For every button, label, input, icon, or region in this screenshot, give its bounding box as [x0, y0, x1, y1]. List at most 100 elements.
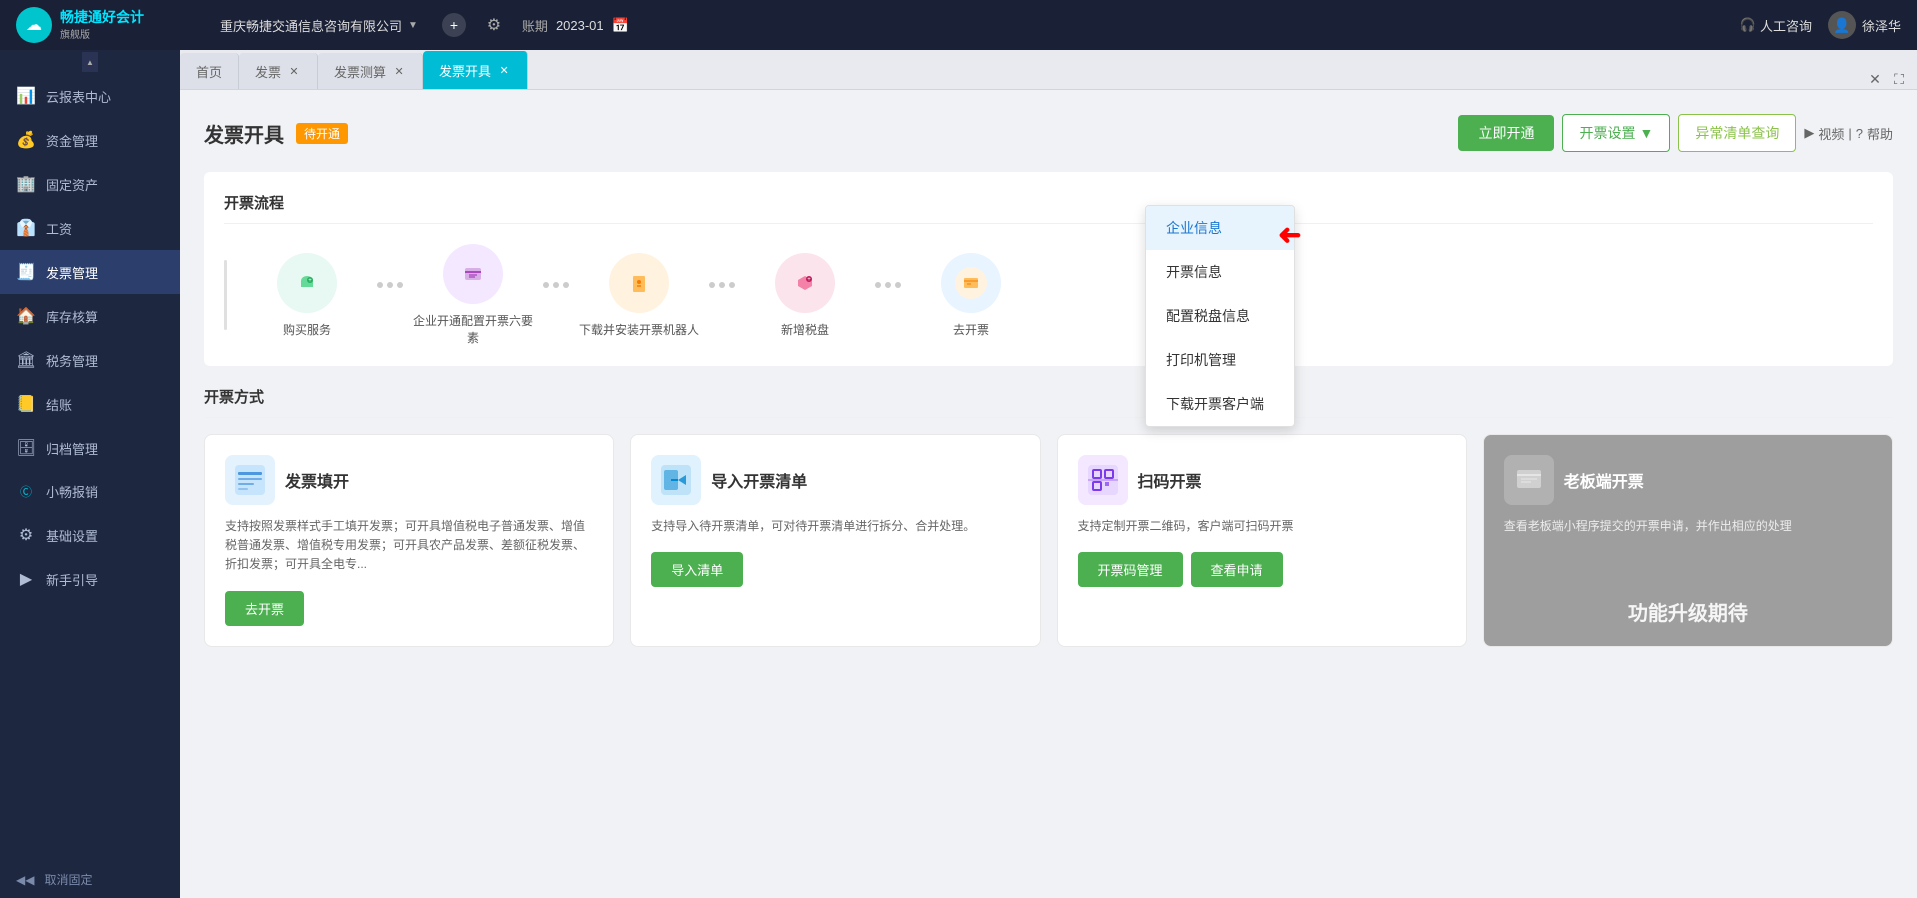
sidebar-label-expense: 小畅报销 [46, 482, 164, 501]
tab-invoice-issue-close[interactable]: ✕ [497, 63, 511, 77]
sidebar-item-tax[interactable]: 🏛 税务管理 [0, 338, 180, 382]
sidebar-item-archive[interactable]: 🗄 归档管理 [0, 426, 180, 470]
tab-invoice-label: 发票 [255, 62, 281, 81]
tab-home[interactable]: 首页 [180, 53, 239, 89]
sidebar-item-funds[interactable]: 💰 资金管理 [0, 118, 180, 162]
scan-invoice-btns: 开票码管理 查看申请 [1078, 552, 1446, 587]
step-taxdisk-icon: + [775, 253, 835, 313]
boss-overlay-text: 功能升级期待 [1628, 603, 1748, 625]
invoice-settings-dropdown: ➜ 企业信息 开票信息 配置税盘信息 打印机管理 下载开票客户端 [1145, 205, 1295, 427]
period-value: 2023-01 [556, 18, 604, 33]
import-invoice-icon [651, 455, 701, 505]
fill-invoice-btn[interactable]: 去开票 [225, 591, 304, 626]
boss-invoice-title: 老板端开票 [1564, 468, 1644, 492]
flow-section: 开票流程 + 购买服务 [204, 172, 1893, 366]
sidebar-item-inventory[interactable]: 🏠 库存核算 [0, 294, 180, 338]
tab-home-label: 首页 [196, 62, 222, 81]
scan-invoice-apply-btn[interactable]: 查看申请 [1191, 552, 1283, 587]
payroll-icon: 👔 [16, 218, 36, 238]
invoice-settings-button[interactable]: 开票设置 ▼ [1562, 114, 1670, 152]
billing-methods-grid: 发票填开 支持按照发票样式手工填开发票；可开具增值税电子普通发票、增值税普通发票… [204, 434, 1893, 647]
archive-icon: 🗄 [16, 438, 36, 458]
flow-step-config: 企业开通配置开票六要素 [413, 244, 533, 346]
page-content: 发票开具 待开通 立即开通 开票设置 ▼ 异常清单查询 ▶ 视频 | ? 帮助 [180, 90, 1917, 898]
logo-area: ☁ 畅捷通好会计 旗舰版 [16, 7, 196, 43]
dropdown-item-company-info[interactable]: 企业信息 [1146, 206, 1294, 250]
settings-icon[interactable]: ⚙ [482, 13, 506, 37]
invoices-icon: 🧾 [16, 262, 36, 282]
reports-icon: 📊 [16, 86, 36, 106]
sidebar-item-guide[interactable]: ▶ 新手引导 [0, 557, 180, 601]
sidebar-label-reports: 云报表中心 [46, 87, 164, 106]
import-invoice-desc: 支持导入待开票清单，可对待开票清单进行拆分、合并处理。 [651, 517, 1019, 536]
help-label[interactable]: 帮助 [1867, 124, 1893, 143]
inventory-icon: 🏠 [16, 306, 36, 326]
user-name: 徐泽华 [1862, 16, 1901, 35]
unpin-sidebar-button[interactable]: ◀◀ 取消固定 [0, 861, 180, 898]
sidebar-item-payroll[interactable]: 👔 工资 [0, 206, 180, 250]
flow-step-buy: + 购买服务 [247, 253, 367, 338]
app-name: 畅捷通好会计 [60, 9, 144, 26]
play-icon: ▶ [1804, 125, 1814, 141]
tab-actions: ✕ ⛶ [1857, 69, 1917, 89]
tab-invoice-issue[interactable]: 发票开具 ✕ [423, 51, 528, 89]
sidebar-item-assets[interactable]: 🏢 固定资产 [0, 162, 180, 206]
top-header: ☁ 畅捷通好会计 旗舰版 重庆畅捷交通信息咨询有限公司 ▼ + ⚙ 账期 202… [0, 0, 1917, 50]
tab-invoice-issue-label: 发票开具 [439, 61, 491, 80]
sidebar-item-invoices[interactable]: 🧾 发票管理 [0, 250, 180, 294]
step-buy-label: 购买服务 [283, 321, 331, 338]
user-area[interactable]: 👤 徐泽华 [1828, 11, 1901, 39]
scan-invoice-desc: 支持定制开票二维码，客户端可扫码开票 [1078, 517, 1446, 536]
status-badge: 待开通 [296, 123, 348, 144]
abnormal-list-button[interactable]: 异常清单查询 [1678, 114, 1796, 152]
app-logo-icon: ☁ [16, 7, 52, 43]
sidebar-item-expense[interactable]: Ⓒ 小畅报销 [0, 470, 180, 513]
activate-button[interactable]: 立即开通 [1458, 115, 1554, 151]
step-go-invoice-icon [941, 253, 1001, 313]
support-button[interactable]: 🎧 人工咨询 [1740, 16, 1812, 35]
billing-card-fill: 发票填开 支持按照发票样式手工填开发票；可开具增值税电子普通发票、增值税普通发票… [204, 434, 614, 647]
add-company-button[interactable]: + [442, 13, 466, 37]
period-area: 账期 2023-01 📅 [522, 16, 629, 35]
tab-invoice[interactable]: 发票 ✕ [239, 53, 318, 89]
tax-icon: 🏛 [16, 350, 36, 370]
close-tab-button[interactable]: ✕ [1865, 69, 1885, 89]
tab-invoice-test-label: 发票测算 [334, 62, 386, 81]
scan-invoice-icon [1078, 455, 1128, 505]
billing-card-import-header: 导入开票清单 [651, 455, 1019, 505]
video-label[interactable]: 视频 [1818, 124, 1844, 143]
step-download-icon [609, 253, 669, 313]
sidebar-scroll-up[interactable]: ▲ [82, 52, 98, 72]
scan-invoice-title: 扫码开票 [1138, 468, 1202, 492]
headset-icon: 🎧 [1740, 17, 1756, 33]
tab-invoice-test-close[interactable]: ✕ [392, 64, 406, 78]
step-go-invoice-label: 去开票 [953, 321, 989, 338]
import-invoice-btn[interactable]: 导入清单 [651, 552, 743, 587]
support-label: 人工咨询 [1760, 16, 1812, 35]
scan-invoice-qr-btn[interactable]: 开票码管理 [1078, 552, 1183, 587]
svg-text:+: + [807, 277, 811, 283]
sidebar-label-guide: 新手引导 [46, 570, 164, 589]
dropdown-item-printer[interactable]: 打印机管理 [1146, 338, 1294, 382]
sidebar-item-accounting[interactable]: 📒 结账 [0, 382, 180, 426]
billing-methods-title: 开票方式 [204, 386, 1893, 418]
maximize-tab-button[interactable]: ⛶ [1889, 69, 1909, 89]
company-selector[interactable]: 重庆畅捷交通信息咨询有限公司 ▼ [212, 12, 426, 39]
sidebar-item-reports[interactable]: 📊 云报表中心 [0, 74, 180, 118]
billing-methods-section: 开票方式 [204, 386, 1893, 647]
boss-overlay: 功能升级期待 [1484, 597, 1892, 626]
sidebar-label-base-settings: 基础设置 [46, 526, 164, 545]
tab-invoice-test[interactable]: 发票测算 ✕ [318, 53, 423, 89]
assets-icon: 🏢 [16, 174, 36, 194]
sidebar-item-base-settings[interactable]: ⚙ 基础设置 [0, 513, 180, 557]
dropdown-item-tax-disk-config[interactable]: 配置税盘信息 [1146, 294, 1294, 338]
dropdown-item-download-client[interactable]: 下载开票客户端 [1146, 382, 1294, 426]
dropdown-item-invoice-info[interactable]: 开票信息 [1146, 250, 1294, 294]
content-area: 首页 发票 ✕ 发票测算 ✕ 发票开具 ✕ ✕ ⛶ 发票开具 [180, 50, 1917, 898]
tab-invoice-close[interactable]: ✕ [287, 64, 301, 78]
calendar-icon[interactable]: 📅 [612, 17, 629, 34]
invoice-settings-label: 开票设置 [1579, 123, 1635, 143]
sidebar-label-payroll: 工资 [46, 219, 164, 238]
period-label: 账期 [522, 16, 548, 35]
fill-invoice-desc: 支持按照发票样式手工填开发票；可开具增值税电子普通发票、增值税普通发票、增值税专… [225, 517, 593, 575]
